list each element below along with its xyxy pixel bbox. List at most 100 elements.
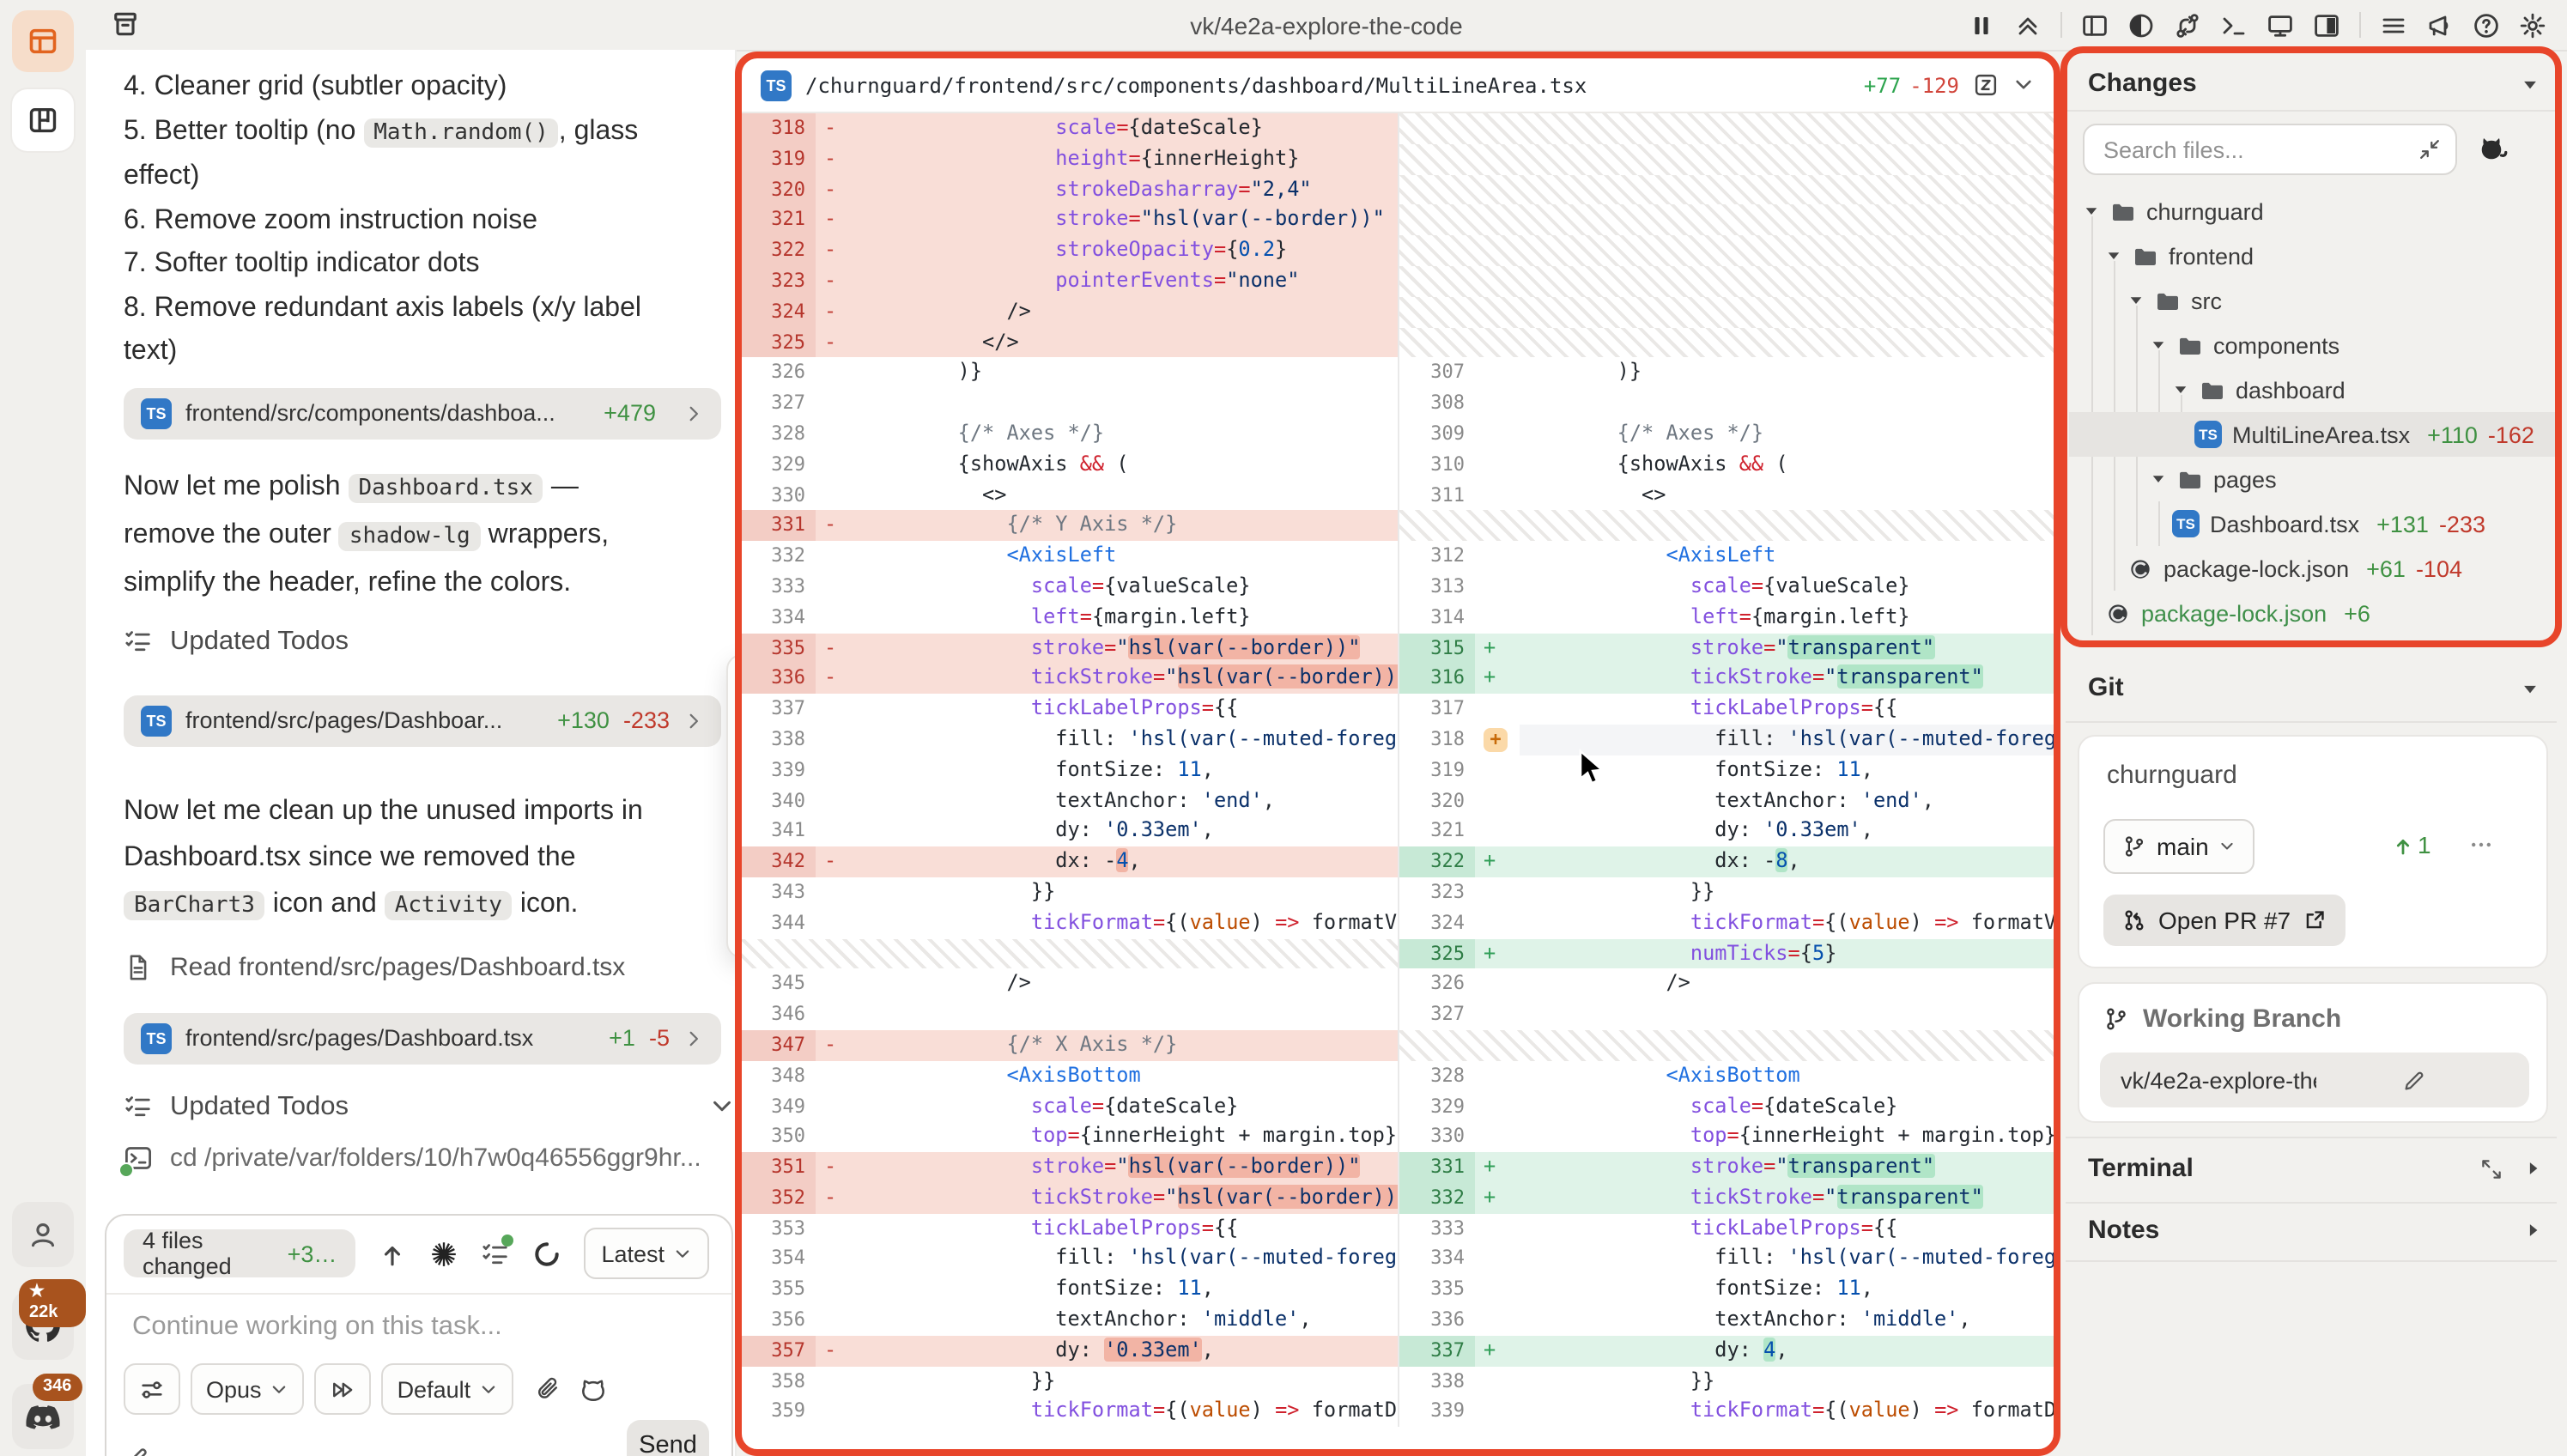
search-input[interactable] [2085, 136, 2418, 162]
collapse-up-icon[interactable] [2014, 11, 2042, 39]
git-collapse-icon[interactable] [2521, 680, 2540, 699]
mode-dropdown[interactable]: Default [382, 1363, 514, 1415]
cat-outline-icon[interactable] [579, 1374, 608, 1404]
diff-marker [1475, 1122, 1520, 1153]
line-number: 331 [1399, 1152, 1475, 1183]
file-change-chip[interactable]: TSfrontend/src/pages/Dashboar...+130-233 [124, 695, 721, 746]
tree-item-package-lock-json[interactable]: package-lock.json+61-104 [2069, 546, 2557, 591]
caret-down-icon[interactable] [2150, 337, 2167, 354]
caret-down-icon[interactable] [2150, 470, 2167, 488]
diff-line: 358 }} [740, 1366, 1398, 1397]
push-ahead-indicator[interactable]: 1 [2392, 831, 2431, 858]
collapse-tree-icon[interactable] [2418, 137, 2442, 161]
contrast-icon[interactable] [2127, 11, 2155, 39]
caret-down-icon[interactable] [2172, 381, 2189, 398]
chevron-down-icon[interactable] [2012, 74, 2035, 96]
diff-line: 322+ dx: -8, [1398, 846, 2055, 877]
add-comment-button[interactable]: + [1484, 728, 1508, 752]
working-branch-field[interactable]: vk/4e2a-explore-the-code [2100, 1053, 2529, 1107]
updated-todos-row[interactable]: Updated Todos [124, 1091, 735, 1122]
line-number: 332 [1399, 1183, 1475, 1214]
menu-icon[interactable] [2380, 11, 2407, 39]
settings-sliders-button[interactable] [124, 1363, 180, 1415]
notes-collapse-icon[interactable] [2524, 1221, 2543, 1240]
help-icon[interactable] [2473, 11, 2500, 39]
tree-item-label: churnguard [2146, 198, 2264, 224]
rail-item-account[interactable] [12, 1202, 74, 1267]
tree-item-churnguard[interactable]: churnguard [2069, 189, 2557, 234]
changes-collapse-icon[interactable] [2521, 76, 2540, 94]
line-number: 316 [1399, 664, 1475, 695]
diff-line: 328 {/* Axes */} [740, 419, 1398, 450]
diff-marker: + [1475, 1152, 1520, 1183]
fast-forward-button[interactable] [315, 1363, 372, 1415]
diff-line: 325+ numTicks={5} [1398, 938, 2055, 969]
file-change-chip[interactable]: TSfrontend/src/components/dashboa...+479 [124, 387, 721, 439]
message-input[interactable] [129, 1308, 702, 1360]
diff-line: 334 fill: 'hsl(var(--muted-foreground))'… [1398, 1244, 2055, 1275]
diff-line: 331- {/* Y Axis */} [740, 511, 1398, 542]
tree-item-multilinearea-tsx[interactable]: TSMultiLineArea.tsx+110-162 [2069, 412, 2557, 457]
file-path: frontend/src/components/dashboa... [185, 400, 590, 426]
code-text: }} [860, 1366, 1398, 1397]
terminal-command-row[interactable]: cd /private/var/folders/10/h7w0q46556ggr… [124, 1143, 735, 1172]
git-compare-icon[interactable] [2174, 11, 2201, 39]
paperclip-icon[interactable] [534, 1375, 561, 1403]
more-options-icon[interactable] [2467, 831, 2495, 858]
tree-item-components[interactable]: components [2069, 323, 2557, 367]
spinner-icon [532, 1239, 561, 1268]
edit-branch-icon[interactable] [2316, 1067, 2512, 1093]
line-number: 359 [740, 1397, 816, 1428]
panel-right-icon[interactable] [2313, 11, 2340, 39]
diff-marker: + [1475, 1183, 1520, 1214]
rail-item-workspace[interactable] [12, 10, 74, 72]
file-change-chip[interactable]: TSfrontend/src/pages/Dashboard.tsx+1-5 [124, 1012, 721, 1064]
updated-todos-row[interactable]: Updated Todos [124, 626, 735, 657]
megaphone-icon[interactable] [2426, 11, 2454, 39]
diff-view-toggle-icon[interactable] [1973, 72, 1999, 98]
caret-down-icon[interactable] [2105, 247, 2122, 264]
monitor-icon[interactable] [2267, 11, 2294, 39]
code-text: fill: 'hsl(var(--muted-foreground))', [860, 725, 1398, 755]
code-text [860, 388, 1398, 419]
code-text: textAnchor: 'end', [1520, 786, 2055, 816]
code-text: textAnchor: 'end', [860, 786, 1398, 816]
kanban-icon [27, 105, 58, 136]
caret-down-icon[interactable] [2127, 292, 2145, 309]
sparkle-icon[interactable] [429, 1239, 458, 1268]
open-pr-button[interactable]: Open PR #7 [2103, 895, 2345, 946]
version-dropdown[interactable]: Latest [584, 1228, 709, 1279]
panel-left-icon[interactable] [2081, 11, 2109, 39]
settings-icon[interactable] [2519, 11, 2546, 39]
caret-down-icon[interactable] [2083, 203, 2100, 220]
terminal-expand-icon[interactable] [2479, 1157, 2503, 1181]
tree-item-frontend[interactable]: frontend [2069, 234, 2557, 278]
pause-icon[interactable] [1968, 11, 1995, 39]
read-file-row[interactable]: Read frontend/src/pages/Dashboard.tsx [124, 952, 735, 981]
diff-marker: + [1475, 633, 1520, 664]
diff-marker [1475, 1305, 1520, 1336]
tree-item-pages[interactable]: pages [2069, 457, 2557, 501]
model-dropdown[interactable]: Opus [191, 1363, 305, 1415]
chevron-down-icon[interactable] [709, 1094, 735, 1119]
cat-icon[interactable] [2474, 132, 2509, 167]
branch-dropdown[interactable]: main [2103, 819, 2255, 874]
diff-line: 317 tickLabelProps={{ [1398, 694, 2055, 725]
todo-list-button[interactable] [481, 1239, 510, 1268]
tree-item-src[interactable]: src [2069, 278, 2557, 323]
arrow-up-icon[interactable] [378, 1239, 407, 1268]
line-number: 331 [740, 511, 816, 542]
terminal-prompt-icon[interactable] [2220, 11, 2248, 39]
line-number: 321 [1399, 816, 1475, 847]
diff-row: 358 }}338 }} [740, 1366, 2055, 1397]
code-text: left={margin.left} [1520, 603, 2055, 634]
tree-item-package-lock-json[interactable]: package-lock.json+6 [2069, 591, 2557, 635]
rail-item-board[interactable] [12, 89, 74, 151]
diff-line: 321- stroke="hsl(var(--border))" [740, 205, 1398, 236]
tree-item-dashboard-tsx[interactable]: TSDashboard.tsx+131-233 [2069, 501, 2557, 546]
tree-item-dashboard[interactable]: dashboard [2069, 367, 2557, 412]
files-changed-chip[interactable]: 4 files changed +3… [124, 1229, 355, 1277]
terminal-collapse-icon[interactable] [2524, 1159, 2543, 1178]
pen-icon[interactable] [122, 1444, 151, 1456]
send-button[interactable]: Send [627, 1420, 709, 1456]
